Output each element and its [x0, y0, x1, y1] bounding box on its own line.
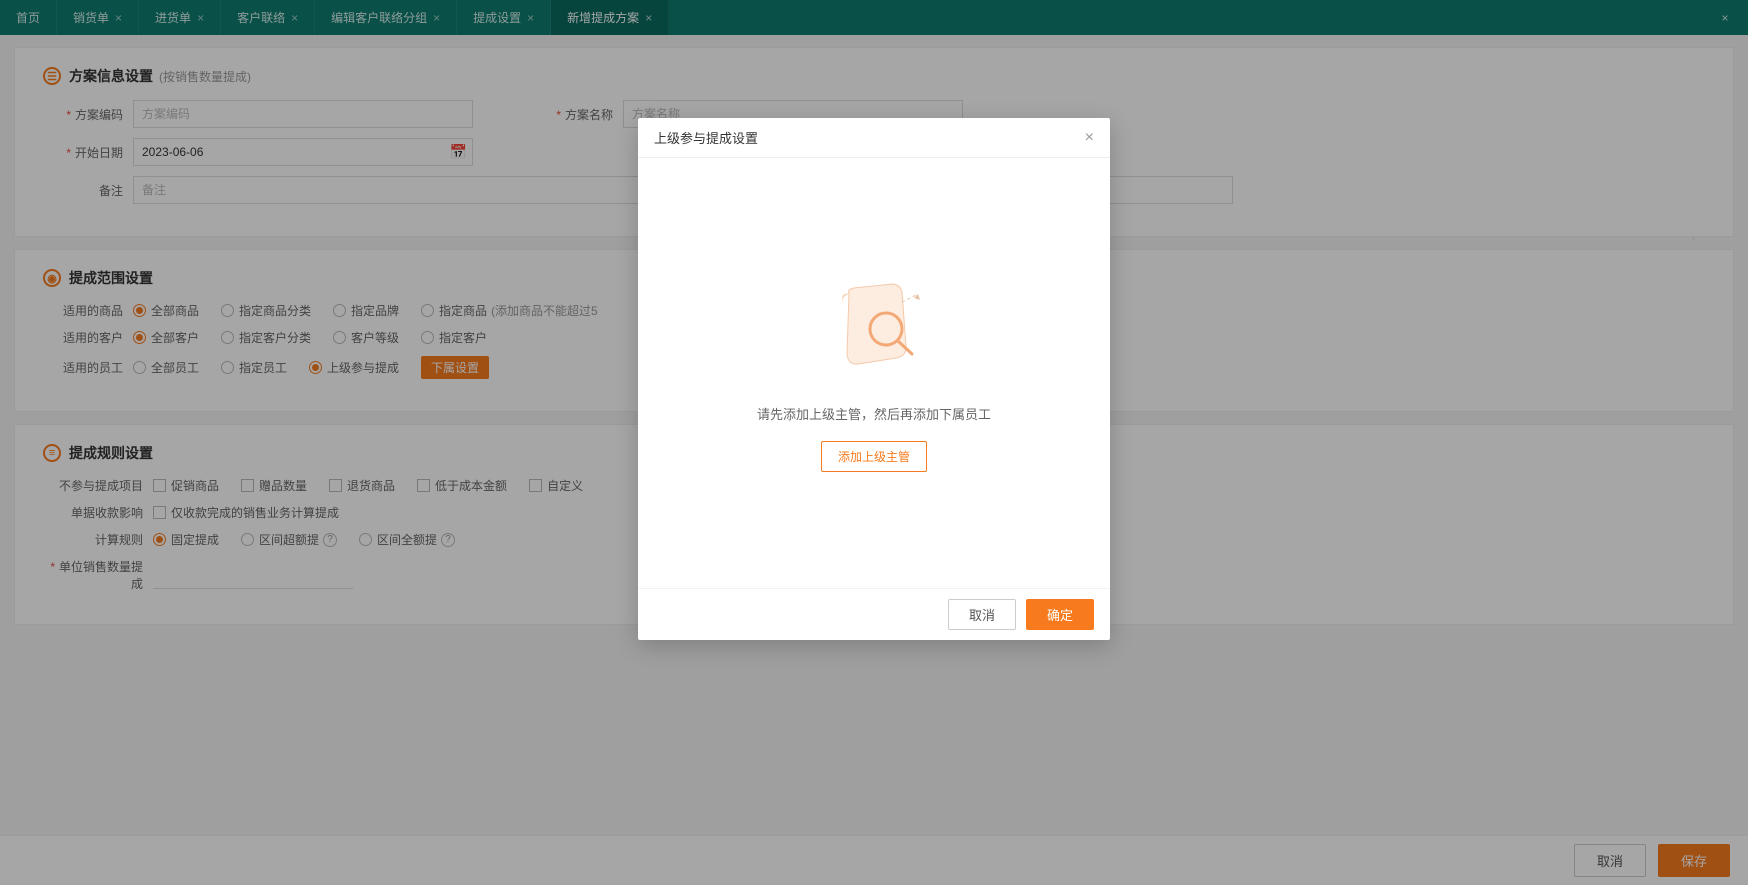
modal-header: 上级参与提成设置 ×: [638, 118, 1110, 158]
modal-body: 请先添加上级主管，然后再添加下属员工 添加上级主管: [638, 158, 1110, 588]
close-icon[interactable]: ×: [1085, 129, 1094, 147]
modal-empty-message: 请先添加上级主管，然后再添加下属员工: [757, 404, 991, 423]
modal-ok-button[interactable]: 确定: [1026, 599, 1094, 630]
modal-overlay[interactable]: 上级参与提成设置 × 请先添加上级主管，然后再添加下属员工 添加上级主管 取消 …: [0, 0, 1748, 885]
modal-title: 上级参与提成设置: [654, 128, 758, 147]
superior-commission-modal: 上级参与提成设置 × 请先添加上级主管，然后再添加下属员工 添加上级主管 取消 …: [638, 118, 1110, 640]
empty-state-icon: [814, 274, 934, 384]
add-superior-button[interactable]: 添加上级主管: [821, 441, 927, 472]
modal-cancel-button[interactable]: 取消: [948, 599, 1016, 630]
modal-footer: 取消 确定: [638, 588, 1110, 640]
